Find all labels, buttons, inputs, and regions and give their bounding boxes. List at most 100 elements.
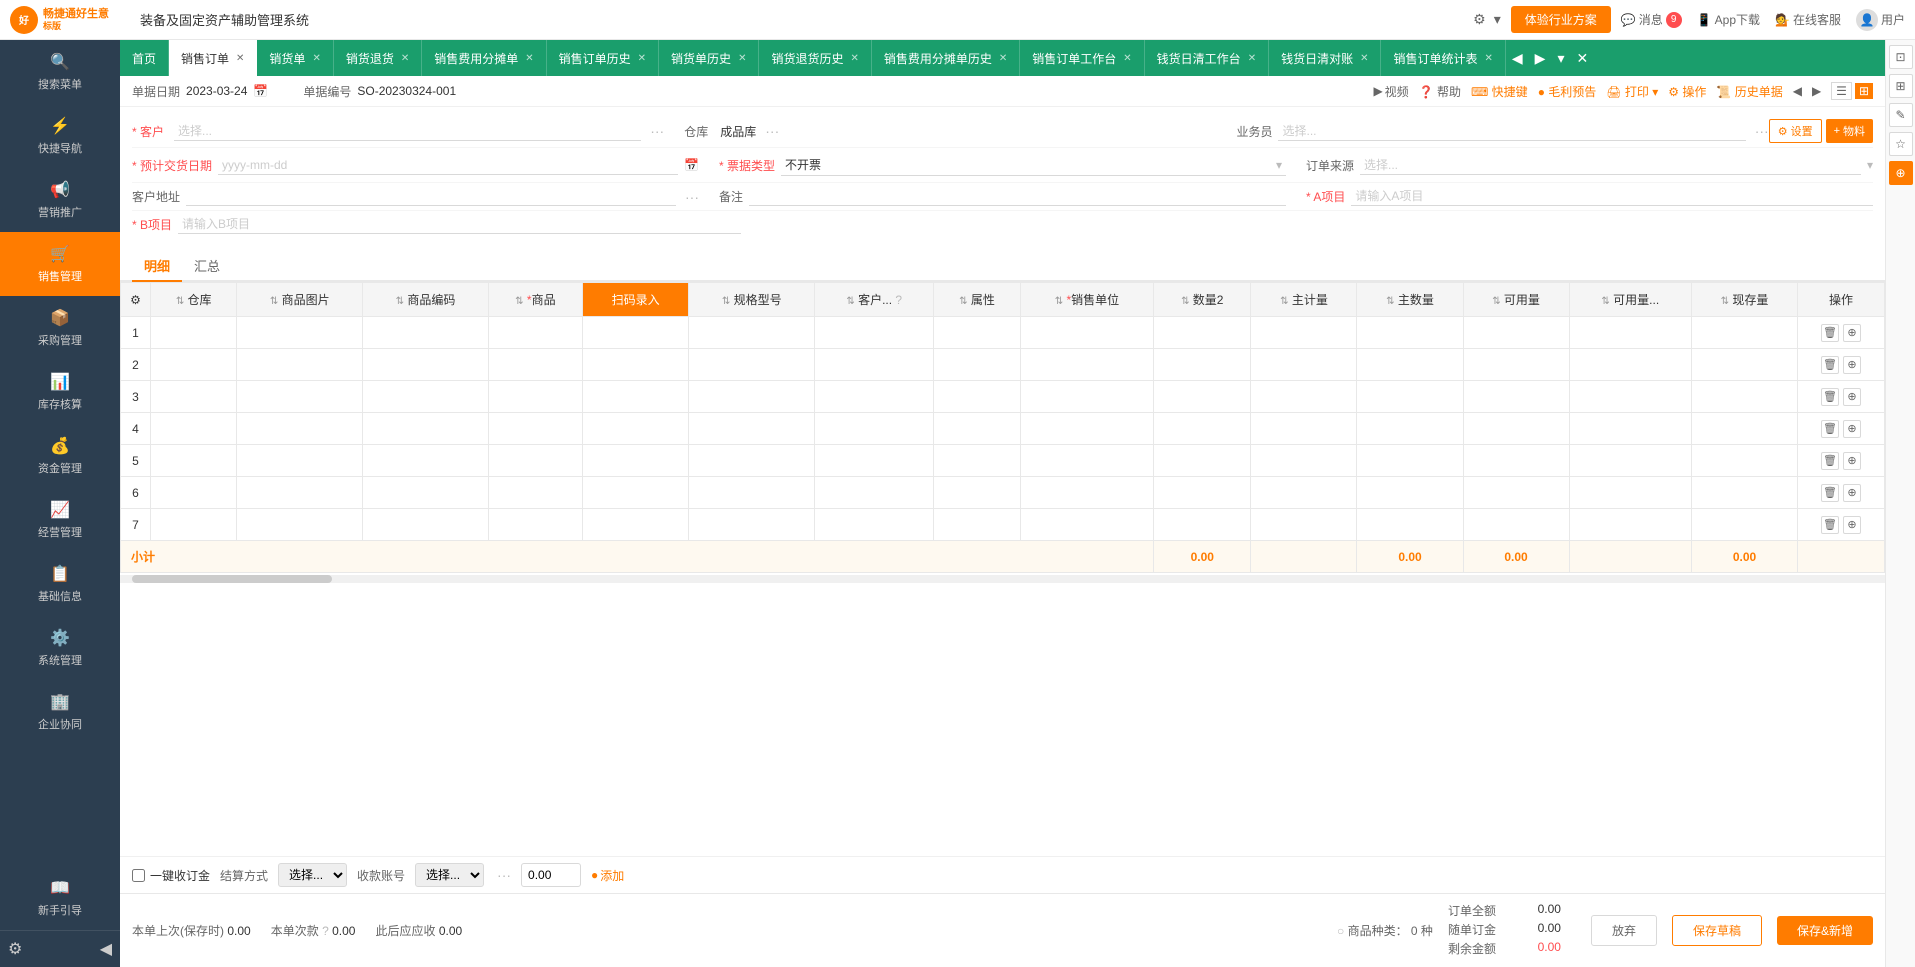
row-delete-btn-4[interactable]: 🗑	[1821, 420, 1839, 438]
row-customer-code-5[interactable]	[815, 445, 934, 477]
right-panel-btn-1[interactable]: ⊡	[1889, 45, 1913, 69]
row-image-1[interactable]	[237, 317, 363, 349]
dropdown-icon[interactable]: ▾	[1494, 11, 1501, 28]
row-product-2[interactable]	[488, 349, 582, 381]
row-code-5[interactable]	[363, 445, 489, 477]
calendar-icon[interactable]: 📅	[253, 84, 268, 98]
tab-close-sales-refund[interactable]: ✕	[401, 53, 409, 64]
row-warehouse-4[interactable]	[151, 413, 237, 445]
row-spec-4[interactable]	[689, 413, 815, 445]
tab-close-order-workbench[interactable]: ✕	[1123, 53, 1131, 64]
row-sales-unit-5[interactable]	[1020, 445, 1153, 477]
row-delete-btn-7[interactable]: 🗑	[1821, 516, 1839, 534]
row-attributes-7[interactable]	[934, 509, 1020, 541]
sort-warehouse-icon[interactable]: ⇅	[176, 296, 184, 307]
row-stock-2[interactable]	[1692, 349, 1798, 381]
row-main-unit-5[interactable]	[1251, 445, 1357, 477]
row-main-quantity-4[interactable]	[1357, 413, 1463, 445]
row-quantity2-7[interactable]	[1154, 509, 1251, 541]
sort-main-quantity-icon[interactable]: ⇅	[1386, 296, 1394, 307]
sort-spec-icon[interactable]: ⇅	[722, 296, 730, 307]
online-service-btn[interactable]: 💁 在线客服	[1775, 11, 1841, 28]
row-image-5[interactable]	[237, 445, 363, 477]
tab-order-workbench[interactable]: 销售订单工作台 ✕	[1020, 40, 1144, 76]
tab-close-expense-split[interactable]: ✕	[525, 53, 533, 64]
row-copy-btn-5[interactable]: ⊕	[1843, 452, 1861, 470]
row-main-unit-4[interactable]	[1251, 413, 1357, 445]
operations-btn[interactable]: ⚙ 操作	[1668, 83, 1706, 100]
sidebar-item-purchase[interactable]: 📦 采购管理	[0, 296, 120, 360]
tab-scroll-right[interactable]: ▶	[1529, 50, 1552, 67]
sidebar-item-base-info[interactable]: 📋 基础信息	[0, 552, 120, 616]
sort-customer-code-icon[interactable]: ⇅	[846, 296, 854, 307]
sidebar-item-quick-nav[interactable]: ⚡ 快捷导航	[0, 104, 120, 168]
row-warehouse-6[interactable]	[151, 477, 237, 509]
tab-return-history[interactable]: 销货单历史 ✕	[659, 40, 759, 76]
row-image-6[interactable]	[237, 477, 363, 509]
row-customer-code-7[interactable]	[815, 509, 934, 541]
row-available2-1[interactable]	[1569, 317, 1691, 349]
row-scan-3[interactable]	[582, 381, 689, 413]
sub-tab-summary[interactable]: 汇总	[182, 251, 232, 282]
sort-attributes-icon[interactable]: ⇅	[959, 296, 967, 307]
sidebar-item-marketing[interactable]: 📢 营销推广	[0, 168, 120, 232]
row-image-3[interactable]	[237, 381, 363, 413]
sort-main-unit-icon[interactable]: ⇅	[1280, 296, 1288, 307]
tab-expense-split[interactable]: 销售费用分摊单 ✕	[422, 40, 546, 76]
row-warehouse-5[interactable]	[151, 445, 237, 477]
row-copy-btn-4[interactable]: ⊕	[1843, 420, 1861, 438]
row-sales-unit-3[interactable]	[1020, 381, 1153, 413]
sidebar-item-operations[interactable]: 📈 经营管理	[0, 488, 120, 552]
sidebar-item-search[interactable]: 🔍 搜索菜单	[0, 40, 120, 104]
row-available-4[interactable]	[1463, 413, 1569, 445]
row-product-5[interactable]	[488, 445, 582, 477]
trial-button[interactable]: 体验行业方案	[1511, 6, 1611, 33]
row-main-quantity-6[interactable]	[1357, 477, 1463, 509]
row-available-6[interactable]	[1463, 477, 1569, 509]
row-main-quantity-3[interactable]	[1357, 381, 1463, 413]
sidebar-settings-btn[interactable]: ⚙	[8, 939, 22, 959]
sidebar-item-sales[interactable]: 🛒 销售管理	[0, 232, 120, 296]
row-stock-7[interactable]	[1692, 509, 1798, 541]
row-code-3[interactable]	[363, 381, 489, 413]
sidebar-item-system[interactable]: ⚙️ 系统管理	[0, 616, 120, 680]
notes-input[interactable]	[749, 187, 1286, 206]
sidebar-collapse-btn[interactable]: ◀	[100, 939, 112, 959]
row-available2-3[interactable]	[1569, 381, 1691, 413]
form-settings-btn[interactable]: ⚙ 设置	[1769, 119, 1822, 143]
customer-more-btn[interactable]: ···	[650, 123, 664, 139]
row-image-2[interactable]	[237, 349, 363, 381]
row-scan-1[interactable]	[582, 317, 689, 349]
view-btn[interactable]: ▶ 视频	[1373, 83, 1408, 100]
discard-button[interactable]: 放弃	[1591, 915, 1657, 946]
row-attributes-5[interactable]	[934, 445, 1020, 477]
warehouse-more-btn[interactable]: ···	[765, 123, 779, 139]
row-spec-1[interactable]	[689, 317, 815, 349]
settlement-select[interactable]: 选择...	[278, 863, 347, 887]
row-customer-code-2[interactable]	[815, 349, 934, 381]
row-scan-4[interactable]	[582, 413, 689, 445]
row-customer-code-3[interactable]	[815, 381, 934, 413]
tab-order-history[interactable]: 销售订单历史 ✕	[547, 40, 659, 76]
tab-close-return-history[interactable]: ✕	[738, 53, 746, 64]
row-available-7[interactable]	[1463, 509, 1569, 541]
goods-count-icon[interactable]: ○	[1337, 924, 1344, 938]
row-copy-btn-3[interactable]: ⊕	[1843, 388, 1861, 406]
row-scan-7[interactable]	[582, 509, 689, 541]
row-warehouse-3[interactable]	[151, 381, 237, 413]
message-btn[interactable]: 💬 消息 9	[1621, 11, 1682, 28]
row-main-unit-3[interactable]	[1251, 381, 1357, 413]
tab-home[interactable]: 首页	[120, 40, 169, 76]
row-copy-btn-1[interactable]: ⊕	[1843, 324, 1861, 342]
row-sales-unit-1[interactable]	[1020, 317, 1153, 349]
order-source-dropdown-icon[interactable]: ▾	[1867, 158, 1873, 172]
row-quantity2-5[interactable]	[1154, 445, 1251, 477]
row-main-quantity-7[interactable]	[1357, 509, 1463, 541]
customer-input[interactable]	[174, 122, 641, 141]
scroll-track[interactable]	[120, 575, 1885, 583]
row-code-6[interactable]	[363, 477, 489, 509]
shortcut-btn[interactable]: ⌨ 快捷键	[1471, 83, 1528, 100]
sort-available-icon[interactable]: ⇅	[1492, 296, 1500, 307]
row-available-3[interactable]	[1463, 381, 1569, 413]
tab-close-all-btn[interactable]: ✕	[1570, 50, 1594, 67]
